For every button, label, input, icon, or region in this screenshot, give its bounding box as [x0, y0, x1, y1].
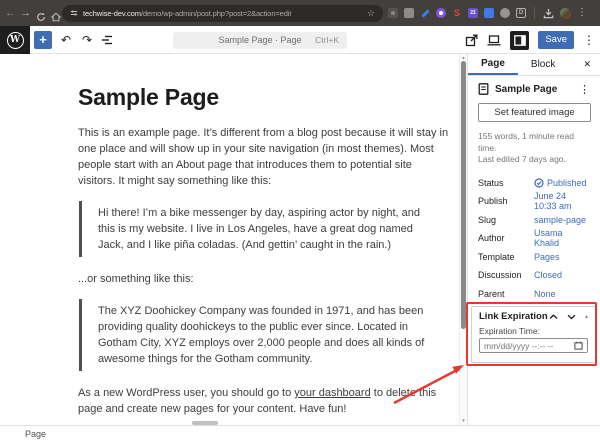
- divider: [534, 7, 535, 19]
- document-summary-header: Sample Page ⋮: [468, 76, 600, 102]
- block-inserter-button[interactable]: +: [34, 31, 52, 49]
- editor-toolbar: W + ↶ ↷ Sample Page · Page Ctrl+K Save ⋮: [0, 26, 600, 54]
- bookmark-star-icon[interactable]: ☆: [367, 5, 375, 22]
- shortcut-hint: Ctrl+K: [315, 35, 339, 45]
- quote-block[interactable]: Hi there! I’m a bike messenger by day, a…: [79, 201, 450, 257]
- screen: ← → techwise-dev.com/demo/wp-admin/post.…: [0, 0, 600, 443]
- publish-value[interactable]: June 24 10:33 am: [534, 191, 590, 211]
- summary-options-icon[interactable]: ⋮: [579, 83, 590, 96]
- address-bar[interactable]: techwise-dev.com/demo/wp-admin/post.php?…: [62, 4, 383, 22]
- toolbar-right-group: Save ⋮: [465, 26, 595, 54]
- sidebar-doc-title: Sample Page: [495, 83, 558, 95]
- scroll-up-icon[interactable]: ▲: [460, 55, 467, 60]
- slug-value[interactable]: sample-page: [534, 215, 586, 225]
- row-status: Status Published: [478, 177, 587, 188]
- extension-icon[interactable]: D: [516, 8, 526, 18]
- sidebar-tabs: Page Block ✕: [468, 54, 600, 76]
- settings-sidebar-toggle[interactable]: [510, 30, 530, 50]
- scroll-down-icon[interactable]: ▼: [460, 418, 467, 423]
- extension-icon[interactable]: S: [452, 8, 462, 18]
- status-value[interactable]: Published: [534, 178, 587, 188]
- reload-icon[interactable]: [33, 4, 48, 22]
- last-edited-text: Last edited 7 days ago.: [478, 154, 566, 164]
- word-count-text: 155 words, 1 minute read time.: [478, 131, 574, 153]
- extension-icon[interactable]: [388, 8, 398, 18]
- options-menu-icon[interactable]: ⋮: [583, 33, 595, 47]
- wordpress-logo[interactable]: W: [0, 26, 30, 54]
- profile-avatar[interactable]: [560, 7, 571, 19]
- row-template: Template Pages: [478, 251, 560, 262]
- breadcrumb-bar: Page: [0, 425, 600, 443]
- row-parent: Parent None: [478, 288, 556, 299]
- tab-block[interactable]: Block: [518, 54, 568, 75]
- highlight-box: [466, 302, 597, 366]
- home-icon[interactable]: [48, 4, 63, 22]
- dashboard-link[interactable]: your dashboard: [294, 387, 370, 399]
- browser-menu-icon[interactable]: ⋮: [577, 0, 587, 26]
- scroll-handle[interactable]: [192, 421, 218, 425]
- annotation-arrow: [393, 365, 464, 405]
- extension-icon[interactable]: [436, 8, 446, 18]
- extension-icon[interactable]: [500, 8, 510, 18]
- extension-icon[interactable]: [404, 8, 414, 18]
- toolbar-left-group: + ↶ ↷: [34, 26, 115, 54]
- back-icon[interactable]: ←: [3, 0, 18, 26]
- browser-toolbar: ← → techwise-dev.com/demo/wp-admin/post.…: [0, 0, 600, 26]
- scrollbar-thumb[interactable]: [461, 61, 466, 329]
- row-publish: Publish June 24 10:33 am: [478, 191, 590, 211]
- undo-icon[interactable]: ↶: [59, 33, 73, 47]
- close-sidebar-icon[interactable]: ✕: [583, 54, 600, 75]
- author-value[interactable]: Usama Khalid: [534, 228, 590, 248]
- set-featured-image-button[interactable]: Set featured image: [478, 103, 591, 122]
- row-author: Author Usama Khalid: [478, 228, 590, 248]
- paragraph-block[interactable]: This is an example page. It’s different …: [78, 125, 450, 189]
- row-slug: Slug sample-page: [478, 214, 587, 225]
- published-check-icon: [534, 178, 544, 188]
- command-center[interactable]: Sample Page · Page Ctrl+K: [173, 31, 347, 49]
- extension-icon[interactable]: 21: [468, 8, 478, 18]
- downloads-icon[interactable]: [543, 8, 554, 19]
- site-info-icon[interactable]: [70, 9, 78, 17]
- view-page-icon[interactable]: [465, 34, 478, 47]
- document-title: Sample Page · Page: [218, 35, 302, 45]
- template-value[interactable]: Pages: [534, 252, 560, 262]
- discussion-value[interactable]: Closed: [534, 270, 562, 280]
- page-icon: [478, 83, 489, 95]
- redo-icon[interactable]: ↷: [80, 33, 94, 47]
- save-button[interactable]: Save: [538, 31, 574, 49]
- settings-sidebar: Page Block ✕ Sample Page ⋮ Set featured …: [467, 54, 600, 425]
- parent-value[interactable]: None: [534, 289, 556, 299]
- pencil-extension-icon[interactable]: [420, 8, 430, 18]
- tab-page[interactable]: Page: [468, 54, 518, 75]
- extensions-row: S 21 D ⋮: [388, 0, 587, 26]
- preview-desktop-icon[interactable]: [487, 34, 501, 47]
- document-overview-icon[interactable]: [101, 34, 115, 46]
- summary-rows: Status Published Publish June 24 10:33 a…: [478, 174, 590, 304]
- extension-icon[interactable]: [484, 8, 494, 18]
- breadcrumb[interactable]: Page: [25, 426, 600, 443]
- paragraph-block[interactable]: ...or something like this:: [78, 271, 450, 287]
- forward-icon[interactable]: →: [18, 0, 33, 26]
- url-text: techwise-dev.com/demo/wp-admin/post.php?…: [83, 8, 292, 18]
- post-title[interactable]: Sample Page: [78, 84, 450, 111]
- row-discussion: Discussion Closed: [478, 270, 563, 281]
